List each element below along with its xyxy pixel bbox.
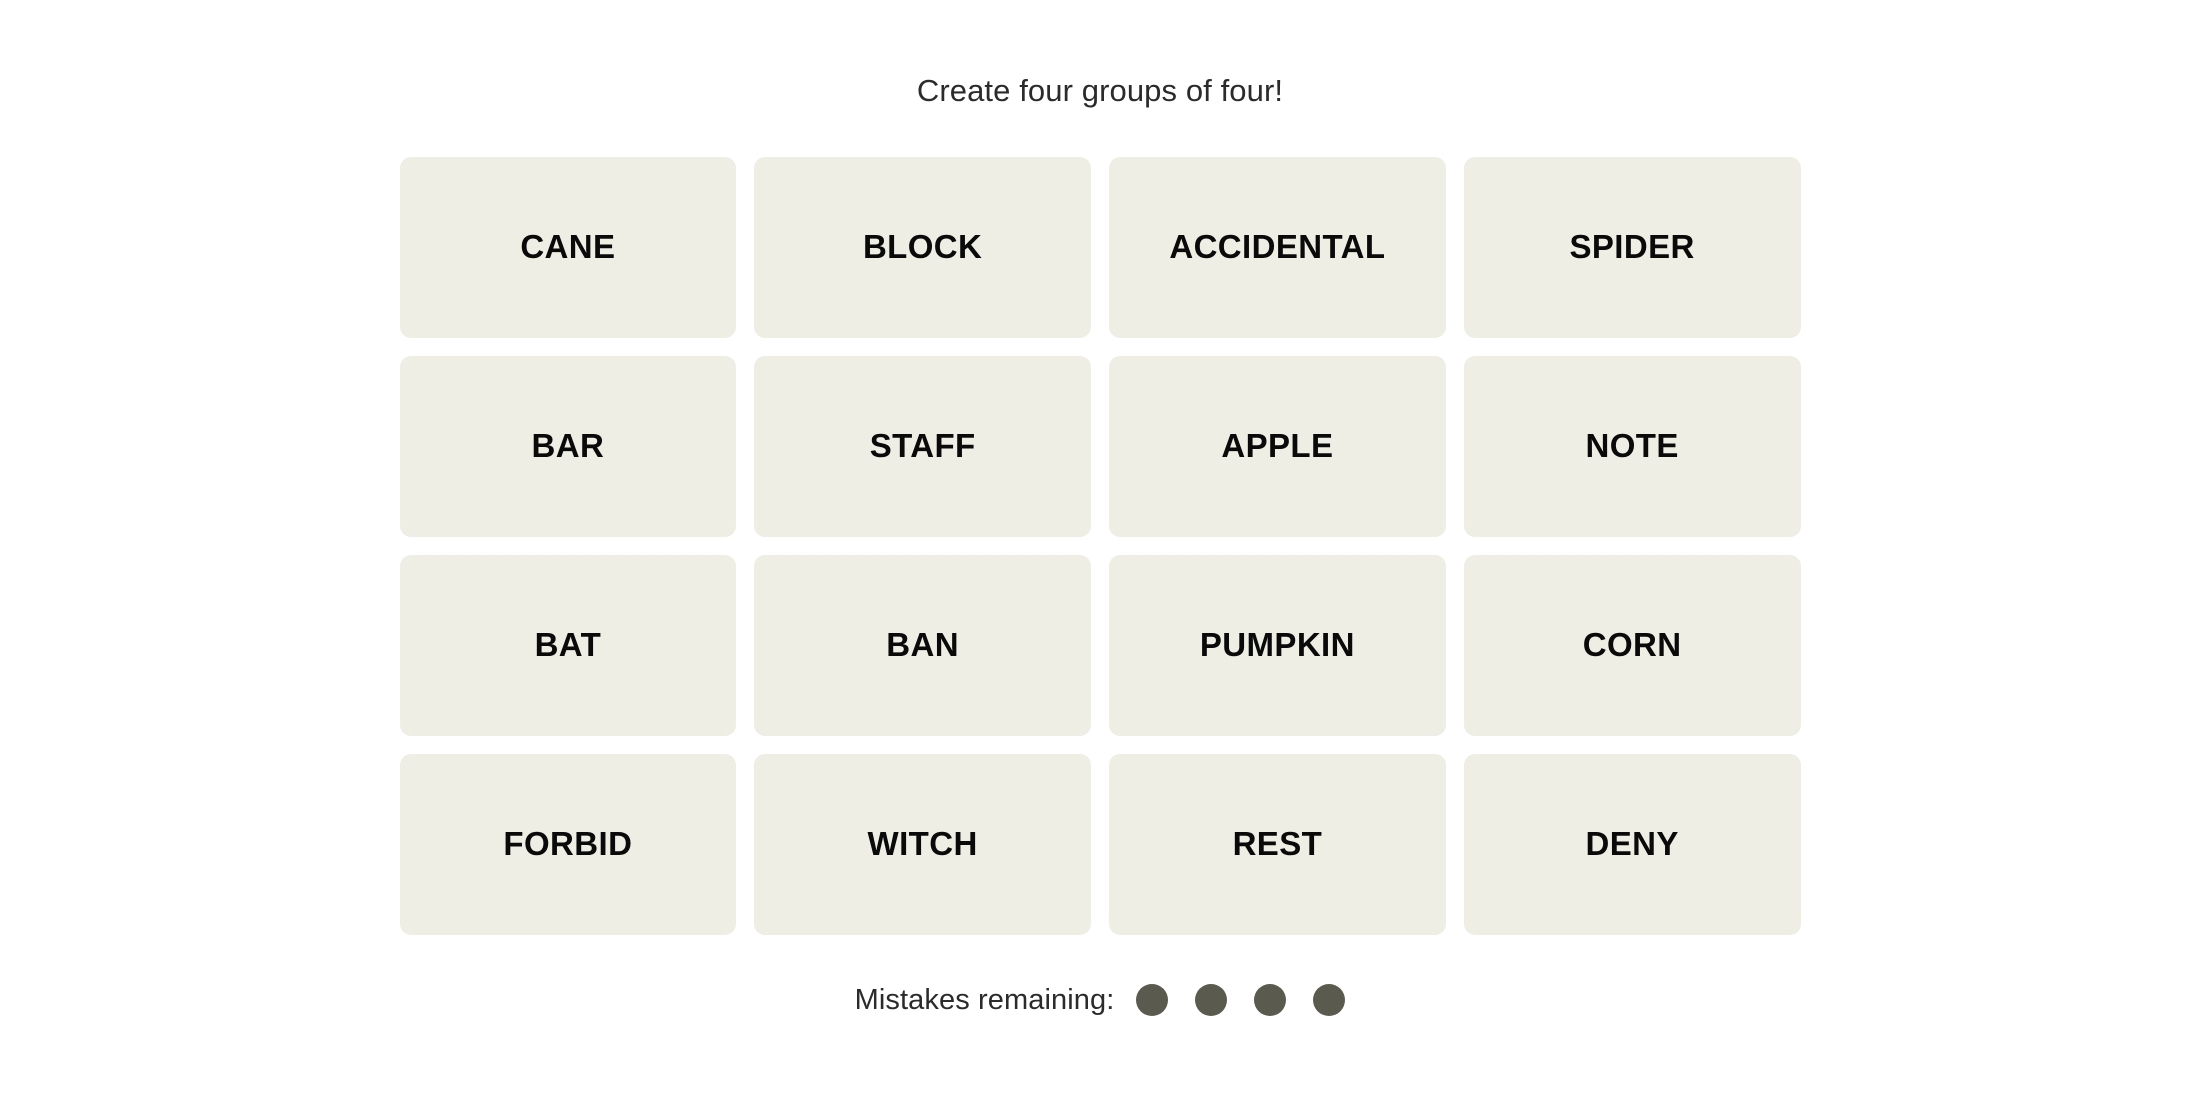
word-tile-label: DENY xyxy=(1585,825,1679,863)
word-tile-label: WITCH xyxy=(867,825,978,863)
word-tile[interactable]: FORBID xyxy=(399,754,737,935)
word-tile-label: BAT xyxy=(534,626,602,664)
word-tile[interactable]: WITCH xyxy=(754,754,1091,935)
mistake-dot xyxy=(1136,984,1169,1016)
word-tile[interactable]: STAFF xyxy=(754,356,1091,537)
connections-game: Create four groups of four! CANE BLOCK A… xyxy=(0,0,2200,1100)
word-tile[interactable]: BAR xyxy=(399,356,737,537)
mistake-dot xyxy=(1254,984,1287,1016)
word-tile-label: BAN xyxy=(886,626,959,664)
mistake-dot-group xyxy=(1136,984,1346,1016)
word-tile-label: BLOCK xyxy=(862,228,983,266)
word-tile[interactable]: NOTE xyxy=(1463,356,1801,537)
word-tile-label: ACCIDENTAL xyxy=(1169,228,1386,266)
page-title: Create four groups of four! xyxy=(916,73,1284,108)
word-tile-label: PUMPKIN xyxy=(1199,626,1355,664)
mistake-dot xyxy=(1195,984,1228,1016)
word-tile-label: STAFF xyxy=(869,427,976,465)
mistakes-remaining-label: Mistakes remaining: xyxy=(854,983,1115,1016)
word-tile-label: NOTE xyxy=(1585,427,1679,465)
word-tile-label: CANE xyxy=(520,228,616,266)
word-tile-label: SPIDER xyxy=(1569,228,1695,266)
word-tile-label: APPLE xyxy=(1221,427,1334,465)
word-tile[interactable]: APPLE xyxy=(1109,356,1446,537)
word-tile[interactable]: REST xyxy=(1109,754,1446,935)
word-tile-label: BAR xyxy=(531,427,605,465)
word-tile-label: CORN xyxy=(1582,626,1682,664)
word-tile[interactable]: ACCIDENTAL xyxy=(1109,157,1446,338)
mistakes-remaining: Mistakes remaining: xyxy=(855,984,1346,1016)
word-tile[interactable]: SPIDER xyxy=(1463,157,1801,338)
word-tile[interactable]: BAN xyxy=(754,555,1091,736)
word-tile[interactable]: CORN xyxy=(1463,555,1801,736)
mistake-dot xyxy=(1313,984,1346,1016)
word-tile[interactable]: CANE xyxy=(399,157,737,338)
word-tile-label: FORBID xyxy=(503,825,633,863)
word-tile[interactable]: BLOCK xyxy=(754,157,1091,338)
word-tile[interactable]: BAT xyxy=(399,555,737,736)
word-tile-label: REST xyxy=(1232,825,1323,863)
word-tile[interactable]: PUMPKIN xyxy=(1109,555,1446,736)
word-grid: CANE BLOCK ACCIDENTAL SPIDER BAR STAFF A… xyxy=(399,157,1801,935)
word-tile[interactable]: DENY xyxy=(1463,754,1801,935)
